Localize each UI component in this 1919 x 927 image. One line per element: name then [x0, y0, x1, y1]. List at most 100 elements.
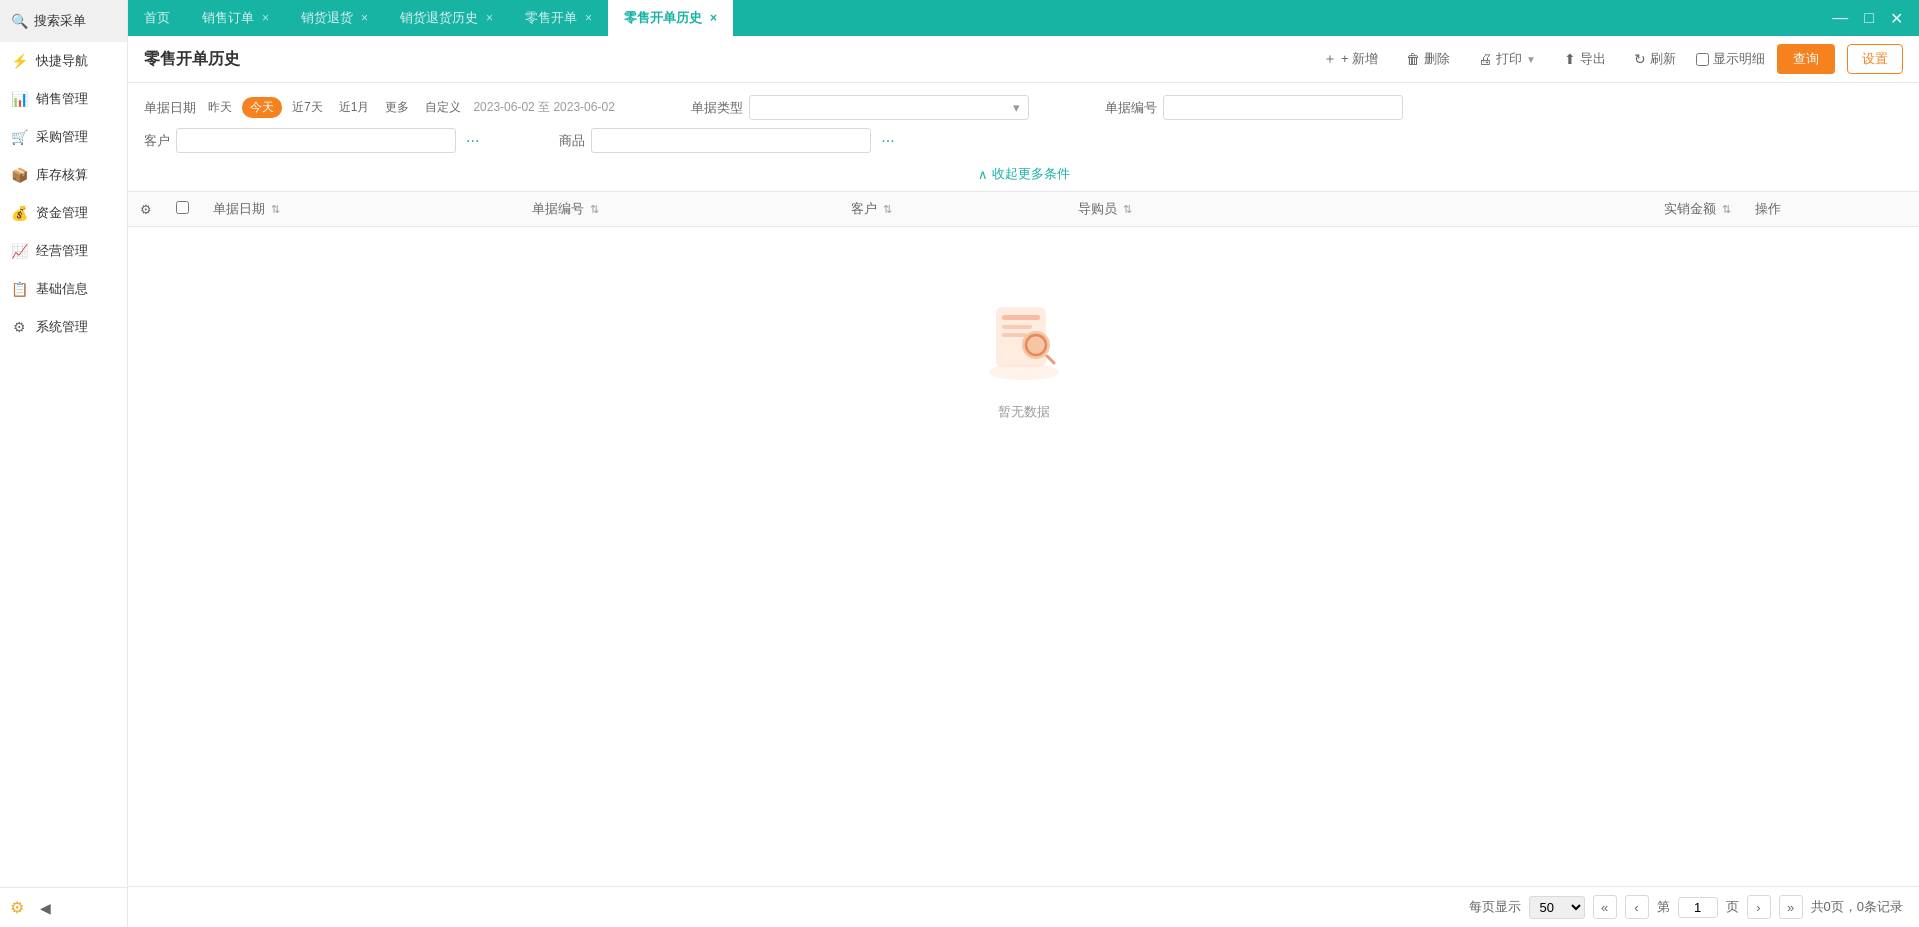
table-header-row: ⚙ 单据日期 ⇅ 单据编号 ⇅ [128, 192, 1919, 227]
last-page-icon: » [1787, 900, 1794, 915]
svg-rect-3 [1002, 325, 1032, 329]
tab-retail-open-close[interactable]: × [585, 11, 592, 25]
col-amount-sort[interactable]: ⇅ [1722, 203, 1731, 215]
customer-dots[interactable]: ··· [462, 132, 483, 150]
refresh-label: 刷新 [1650, 50, 1676, 68]
settings-bottom-icon[interactable]: ⚙ [10, 898, 24, 917]
print-dropdown-icon[interactable]: ▼ [1526, 54, 1536, 65]
per-page-select[interactable]: 50 10 20 100 [1529, 896, 1585, 919]
customer-filter-field: 客户 ··· [144, 128, 483, 153]
tab-home[interactable]: 首页 [128, 0, 186, 36]
doc-num-input[interactable] [1163, 95, 1403, 120]
print-label: 打印 [1496, 50, 1522, 68]
tab-sales-return-close[interactable]: × [361, 11, 368, 25]
sidebar-item-finance[interactable]: 💰 资金管理 [0, 194, 127, 232]
add-button[interactable]: ＋ + 新增 [1315, 46, 1386, 72]
first-page-btn[interactable]: « [1593, 895, 1617, 919]
print-icon: 🖨 [1478, 51, 1492, 67]
next-page-btn[interactable]: › [1747, 895, 1771, 919]
tab-sales-return-history[interactable]: 销货退货历史 × [384, 0, 509, 36]
last7-btn[interactable]: 近7天 [286, 97, 329, 118]
export-button[interactable]: ⬆ 导出 [1556, 46, 1614, 72]
search-menu-item[interactable]: 🔍 搜索采单 [0, 0, 127, 42]
sidebar-item-purchase-mgmt[interactable]: 🛒 采购管理 [0, 118, 127, 156]
yesterday-btn[interactable]: 昨天 [202, 97, 238, 118]
sidebar-item-basic-info[interactable]: 📋 基础信息 [0, 270, 127, 308]
refresh-button[interactable]: ↻ 刷新 [1626, 46, 1684, 72]
setting-button[interactable]: 设置 [1847, 44, 1903, 74]
more-btn[interactable]: 更多 [379, 97, 415, 118]
custom-btn[interactable]: 自定义 [419, 97, 467, 118]
last-month-btn[interactable]: 近1月 [333, 97, 376, 118]
display-detail-checkbox[interactable] [1696, 53, 1709, 66]
sidebar-item-quick-nav[interactable]: ⚡ 快捷导航 [0, 42, 127, 80]
table-settings-col[interactable]: ⚙ [128, 192, 164, 227]
doc-type-select[interactable]: ▾ [749, 95, 1029, 120]
display-detail-checkbox-container[interactable]: 显示明细 [1696, 50, 1765, 68]
col-date-sort[interactable]: ⇅ [271, 203, 280, 215]
col-amount-label: 实销金额 [1664, 201, 1716, 216]
col-num[interactable]: 单据编号 ⇅ [520, 192, 839, 227]
col-amount[interactable]: 实销金额 ⇅ [1424, 192, 1743, 227]
col-salesperson-sort[interactable]: ⇅ [1123, 203, 1132, 215]
tabs-window-controls: — □ ✕ [1828, 9, 1919, 28]
table-checkbox-col[interactable] [164, 192, 201, 227]
tab-retail-open[interactable]: 零售开单 × [509, 0, 608, 36]
goods-filter-field: 商品 ··· [559, 128, 898, 153]
goods-input[interactable] [591, 128, 871, 153]
collapse-button[interactable]: ∧ 收起更多条件 [144, 161, 1903, 183]
sidebar-item-operations[interactable]: 📈 经营管理 [0, 232, 127, 270]
data-table: ⚙ 单据日期 ⇅ 单据编号 ⇅ [128, 192, 1919, 227]
tab-sales-return-history-label: 销货退货历史 [400, 9, 478, 27]
close-icon[interactable]: ✕ [1886, 9, 1907, 28]
tab-retail-history-close[interactable]: × [710, 11, 717, 25]
doc-type-dropdown-icon: ▾ [1013, 100, 1020, 115]
col-salesperson-label: 导购员 [1078, 201, 1117, 216]
sidebar: 🔍 搜索采单 ⚡ 快捷导航 📊 销售管理 🛒 采购管理 📦 库存核算 💰 资金管… [0, 0, 128, 927]
tab-sales-return[interactable]: 销货退货 × [285, 0, 384, 36]
collapse-icon: ∧ [978, 167, 988, 182]
tab-retail-open-label: 零售开单 [525, 9, 577, 27]
add-label: + 新增 [1341, 50, 1378, 68]
sidebar-item-sales-mgmt[interactable]: 📊 销售管理 [0, 80, 127, 118]
customer-input[interactable] [176, 128, 456, 153]
doc-type-filter-field: 单据类型 ▾ [691, 95, 1029, 120]
tab-sales-order[interactable]: 销售订单 × [186, 0, 285, 36]
tab-retail-history[interactable]: 零售开单历史 × [608, 0, 733, 36]
goods-dots[interactable]: ··· [877, 132, 898, 150]
prev-page-btn[interactable]: ‹ [1625, 895, 1649, 919]
col-salesperson[interactable]: 导购员 ⇅ [1066, 192, 1339, 227]
svg-line-7 [1047, 356, 1054, 363]
last-page-btn[interactable]: » [1779, 895, 1803, 919]
col-num-label: 单据编号 [532, 201, 584, 216]
collapse-icon[interactable]: ◀ [40, 900, 51, 916]
tab-sales-return-history-close[interactable]: × [486, 11, 493, 25]
print-button[interactable]: 🖨 打印 ▼ [1470, 46, 1544, 72]
collapse-label: 收起更多条件 [992, 165, 1070, 183]
operations-icon: 📈 [10, 242, 28, 260]
svg-rect-2 [1002, 315, 1040, 320]
delete-button[interactable]: 🗑 删除 [1398, 46, 1458, 72]
delete-label: 删除 [1424, 50, 1450, 68]
col-num-sort[interactable]: ⇅ [590, 203, 599, 215]
today-btn[interactable]: 今天 [242, 97, 282, 118]
filter-area: 单据日期 昨天 今天 近7天 近1月 更多 自定义 2023-06-02 至 2… [128, 83, 1919, 192]
sidebar-item-system[interactable]: ⚙ 系统管理 [0, 308, 127, 346]
query-button[interactable]: 查询 [1777, 44, 1835, 74]
restore-icon[interactable]: □ [1860, 9, 1878, 27]
col-customer[interactable]: 客户 ⇅ [839, 192, 1066, 227]
first-page-icon: « [1601, 900, 1608, 915]
page-number-input[interactable]: 1 [1678, 897, 1718, 918]
table-settings-icon[interactable]: ⚙ [140, 202, 152, 217]
sidebar-item-inventory[interactable]: 📦 库存核算 [0, 156, 127, 194]
page-title: 零售开单历史 [144, 49, 240, 70]
next-page-icon: › [1756, 900, 1760, 915]
select-all-checkbox[interactable] [176, 201, 189, 214]
tab-sales-return-label: 销货退货 [301, 9, 353, 27]
tab-sales-order-close[interactable]: × [262, 11, 269, 25]
doc-num-label: 单据编号 [1105, 99, 1157, 117]
minimize-icon[interactable]: — [1828, 9, 1852, 27]
col-date[interactable]: 单据日期 ⇅ [201, 192, 520, 227]
sidebar-bottom: ⚙ ◀ [0, 887, 127, 927]
col-customer-sort[interactable]: ⇅ [883, 203, 892, 215]
